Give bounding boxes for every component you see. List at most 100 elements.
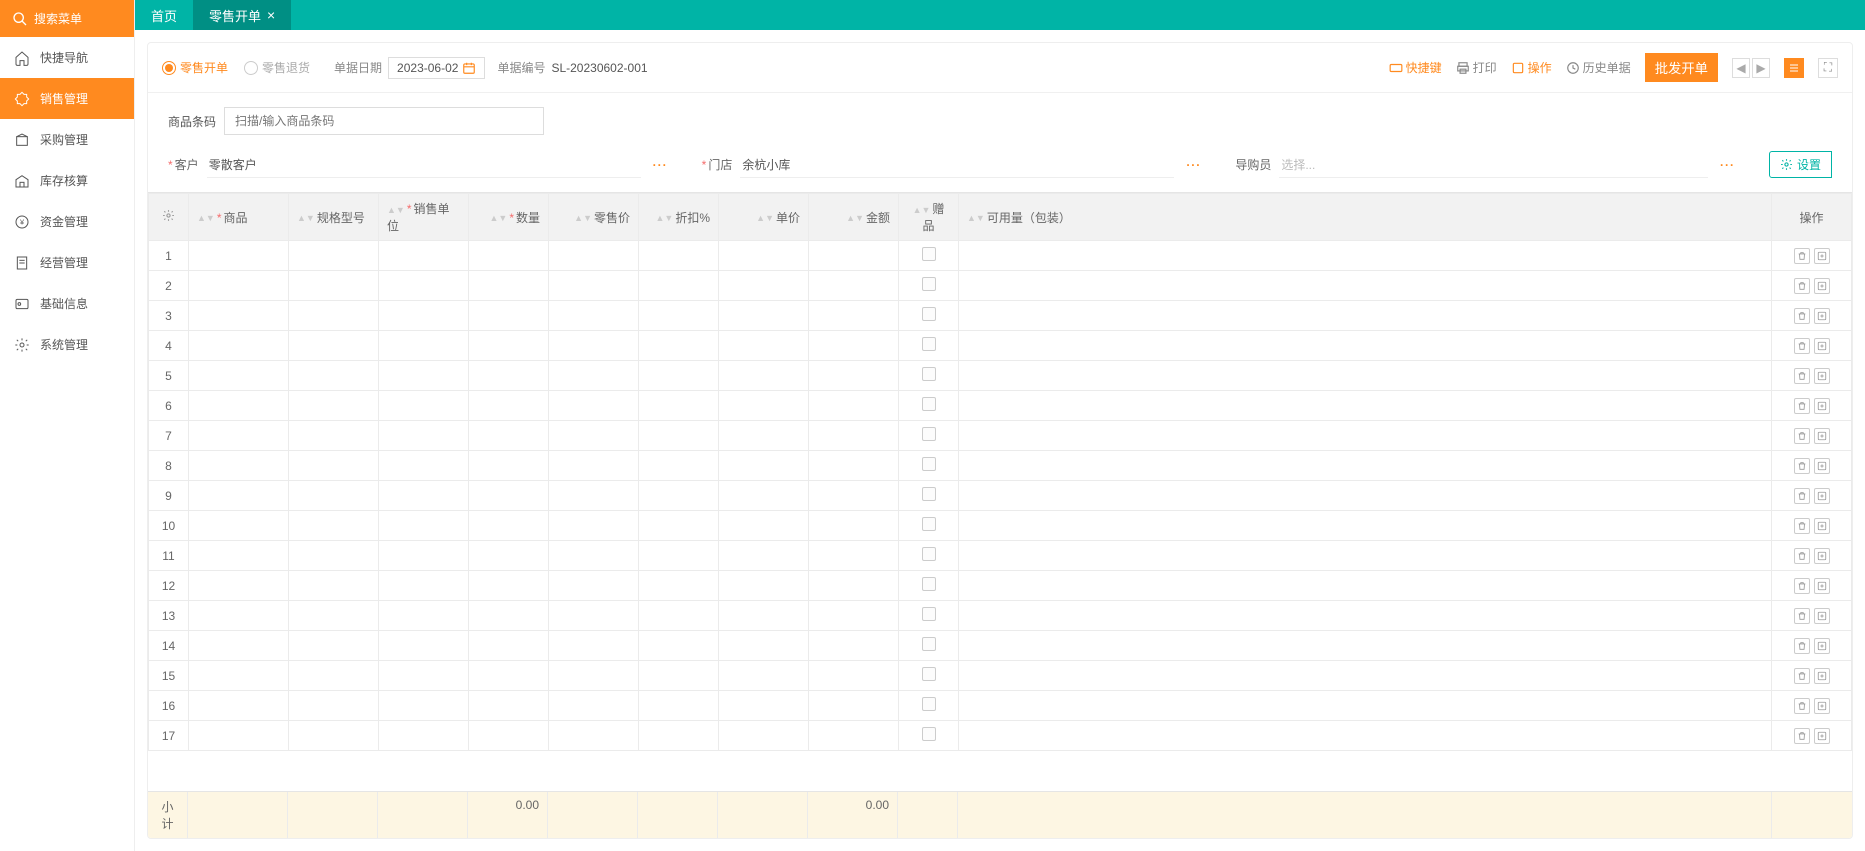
add-row-button[interactable] (1814, 398, 1830, 414)
table-row[interactable]: 17 (149, 721, 1852, 751)
cell-spec[interactable] (289, 301, 379, 331)
cell-discount[interactable] (639, 721, 719, 751)
cell-discount[interactable] (639, 601, 719, 631)
nav-item-0[interactable]: 快捷导航 (0, 37, 134, 78)
cell-gift[interactable] (899, 601, 959, 631)
barcode-input[interactable] (224, 107, 544, 135)
cell-qty[interactable] (469, 271, 549, 301)
table-row[interactable]: 16 (149, 691, 1852, 721)
cell-discount[interactable] (639, 301, 719, 331)
add-row-button[interactable] (1814, 488, 1830, 504)
delete-row-button[interactable] (1794, 668, 1810, 684)
store-picker-icon[interactable]: ··· (1182, 158, 1205, 172)
table-row[interactable]: 3 (149, 301, 1852, 331)
cell-retail-price[interactable] (549, 241, 639, 271)
delete-row-button[interactable] (1794, 458, 1810, 474)
cell-retail-price[interactable] (549, 631, 639, 661)
cell-amount[interactable] (809, 661, 899, 691)
add-row-button[interactable] (1814, 308, 1830, 324)
cell-unit[interactable] (379, 511, 469, 541)
gift-checkbox[interactable] (922, 577, 936, 591)
cell-retail-price[interactable] (549, 271, 639, 301)
list-view-button[interactable] (1784, 58, 1804, 78)
cell-unit[interactable] (379, 631, 469, 661)
cell-unit[interactable] (379, 661, 469, 691)
table-row[interactable]: 7 (149, 421, 1852, 451)
cell-unit[interactable] (379, 331, 469, 361)
cell-qty[interactable] (469, 631, 549, 661)
cell-gift[interactable] (899, 271, 959, 301)
cell-qty[interactable] (469, 361, 549, 391)
cell-product[interactable] (189, 361, 289, 391)
cell-product[interactable] (189, 241, 289, 271)
gift-checkbox[interactable] (922, 337, 936, 351)
cell-spec[interactable] (289, 691, 379, 721)
cell-discount[interactable] (639, 271, 719, 301)
cell-unit-price[interactable] (719, 541, 809, 571)
gift-checkbox[interactable] (922, 517, 936, 531)
history-link[interactable]: 历史单据 (1566, 59, 1631, 76)
customer-picker-icon[interactable]: ··· (649, 158, 672, 172)
cell-discount[interactable] (639, 511, 719, 541)
cell-unit[interactable] (379, 271, 469, 301)
gift-checkbox[interactable] (922, 547, 936, 561)
cell-spec[interactable] (289, 481, 379, 511)
col-spec[interactable]: ▲▼规格型号 (289, 194, 379, 241)
delete-row-button[interactable] (1794, 548, 1810, 564)
col-unit[interactable]: ▲▼*销售单位 (379, 194, 469, 241)
gift-checkbox[interactable] (922, 427, 936, 441)
cell-unit-price[interactable] (719, 511, 809, 541)
add-row-button[interactable] (1814, 548, 1830, 564)
cell-retail-price[interactable] (549, 361, 639, 391)
cell-retail-price[interactable] (549, 511, 639, 541)
cell-amount[interactable] (809, 691, 899, 721)
cell-discount[interactable] (639, 421, 719, 451)
gift-checkbox[interactable] (922, 457, 936, 471)
cell-unit[interactable] (379, 391, 469, 421)
cell-unit-price[interactable] (719, 451, 809, 481)
cell-unit-price[interactable] (719, 691, 809, 721)
cell-unit[interactable] (379, 241, 469, 271)
cell-qty[interactable] (469, 691, 549, 721)
table-row[interactable]: 12 (149, 571, 1852, 601)
cell-amount[interactable] (809, 301, 899, 331)
cell-product[interactable] (189, 691, 289, 721)
cell-unit-price[interactable] (719, 631, 809, 661)
close-icon[interactable]: × (267, 8, 275, 22)
cell-product[interactable] (189, 451, 289, 481)
col-retail-price[interactable]: ▲▼零售价 (549, 194, 639, 241)
cell-spec[interactable] (289, 361, 379, 391)
table-row[interactable]: 8 (149, 451, 1852, 481)
delete-row-button[interactable] (1794, 578, 1810, 594)
cell-discount[interactable] (639, 631, 719, 661)
cell-product[interactable] (189, 391, 289, 421)
cell-discount[interactable] (639, 541, 719, 571)
table-row[interactable]: 9 (149, 481, 1852, 511)
cell-amount[interactable] (809, 601, 899, 631)
delete-row-button[interactable] (1794, 248, 1810, 264)
radio-1[interactable]: 零售退货 (244, 59, 310, 76)
col-gift[interactable]: ▲▼赠品 (899, 194, 959, 241)
nav-item-1[interactable]: 销售管理 (0, 78, 134, 119)
cell-spec[interactable] (289, 631, 379, 661)
cell-unit[interactable] (379, 481, 469, 511)
cell-product[interactable] (189, 511, 289, 541)
cell-retail-price[interactable] (549, 331, 639, 361)
gift-checkbox[interactable] (922, 667, 936, 681)
nav-item-5[interactable]: 经营管理 (0, 242, 134, 283)
cell-unit-price[interactable] (719, 361, 809, 391)
delete-row-button[interactable] (1794, 308, 1810, 324)
cell-spec[interactable] (289, 661, 379, 691)
cell-product[interactable] (189, 631, 289, 661)
cell-retail-price[interactable] (549, 301, 639, 331)
add-row-button[interactable] (1814, 338, 1830, 354)
expand-button[interactable]: ⛶ (1818, 58, 1838, 78)
cell-amount[interactable] (809, 631, 899, 661)
col-amount[interactable]: ▲▼金额 (809, 194, 899, 241)
cell-product[interactable] (189, 661, 289, 691)
table-row[interactable]: 1 (149, 241, 1852, 271)
guide-picker-icon[interactable]: ··· (1716, 158, 1739, 172)
add-row-button[interactable] (1814, 458, 1830, 474)
cell-discount[interactable] (639, 661, 719, 691)
gift-checkbox[interactable] (922, 487, 936, 501)
